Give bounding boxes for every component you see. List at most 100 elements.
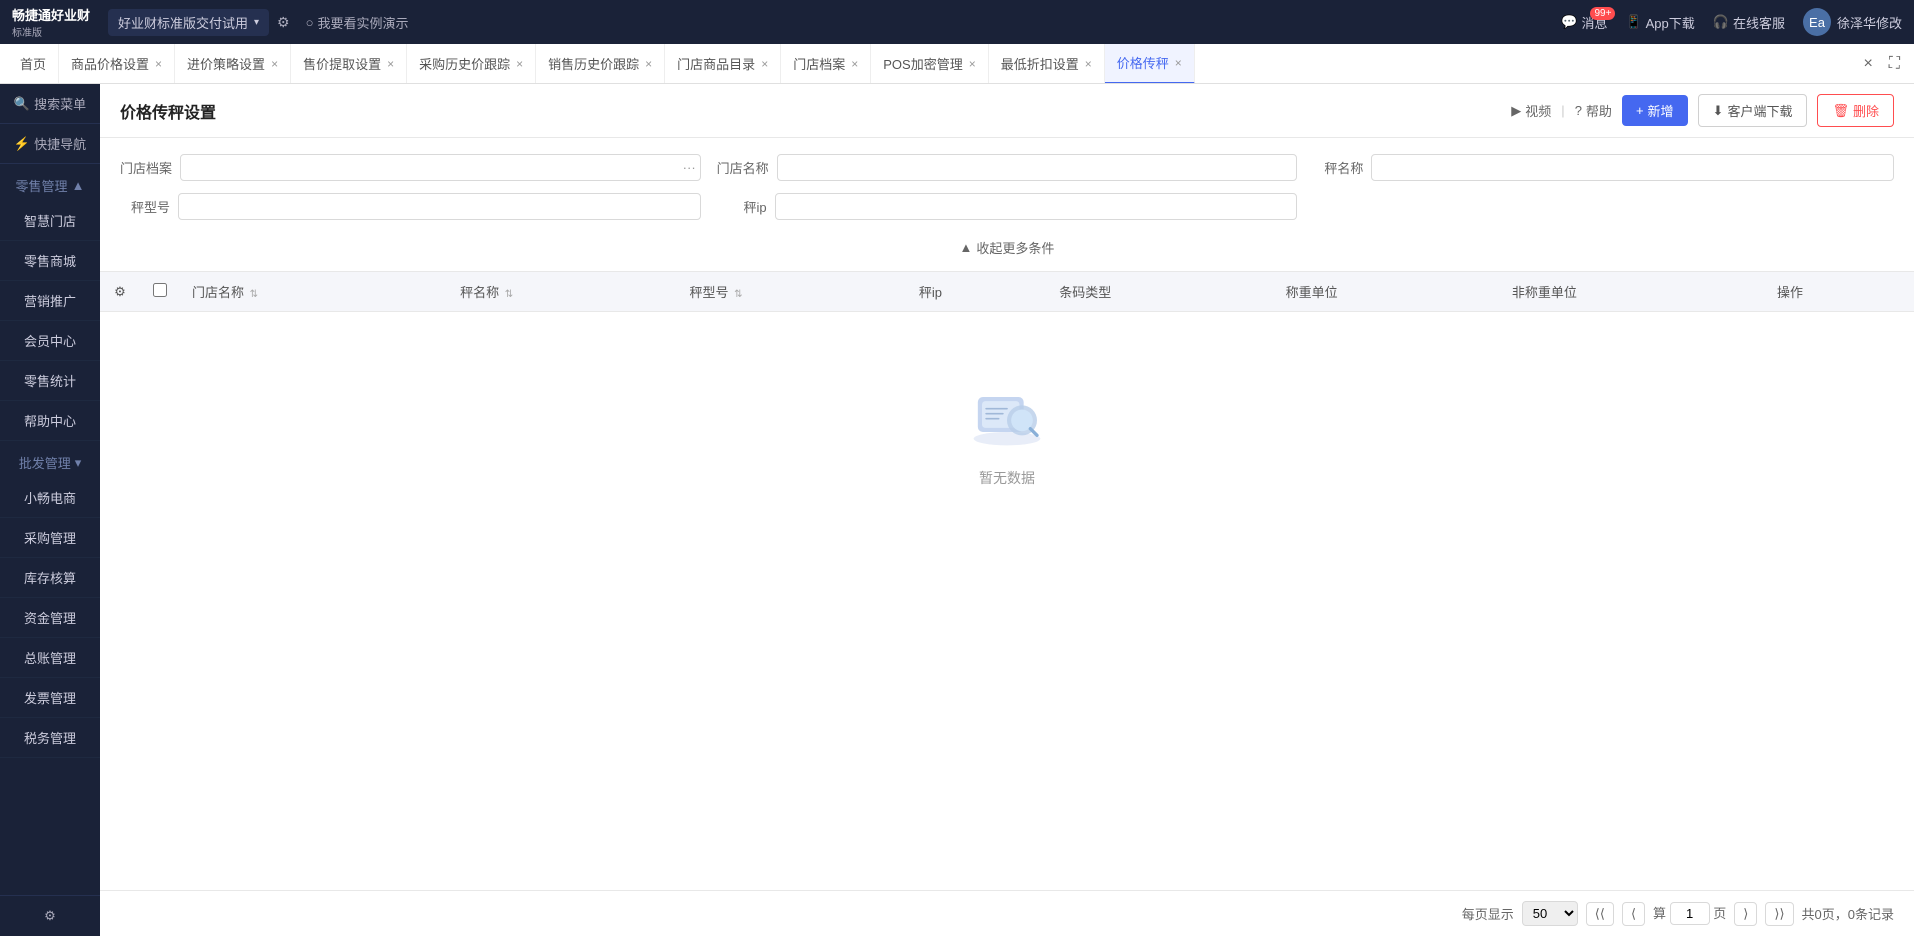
th-weight-unit-label: 称重单位: [1286, 285, 1338, 300]
next-page-button[interactable]: ⟩: [1734, 902, 1757, 926]
tab-store-archive-close[interactable]: ×: [851, 57, 858, 71]
filter-store-name: 门店名称: [717, 154, 1298, 181]
delete-button[interactable]: 🗑 删除: [1817, 94, 1894, 127]
sidebar-item-smart-store[interactable]: 智慧门店: [0, 201, 100, 241]
tab-price-settings-label: 商品价格设置: [71, 54, 149, 73]
add-button[interactable]: + 新增: [1622, 95, 1688, 126]
tab-price-transmit[interactable]: 价格传秤 ×: [1105, 44, 1195, 84]
tab-min-discount-close[interactable]: ×: [1085, 57, 1092, 71]
demo-label: 我要看实例演示: [317, 13, 408, 32]
sidebar-item-marketing[interactable]: 营销推广: [0, 281, 100, 321]
tab-price-transmit-close[interactable]: ×: [1175, 56, 1182, 70]
quick-nav-icon: ⚡: [14, 136, 30, 152]
table-body: 暂无数据: [100, 312, 1914, 549]
tab-purchase-history-close[interactable]: ×: [516, 57, 523, 71]
video-link[interactable]: ▶ 视频: [1511, 101, 1551, 120]
filter-area: 门店档案 ··· 门店名称 秤名称 秤型号: [100, 138, 1914, 272]
tab-store-catalog[interactable]: 门店商品目录 ×: [665, 44, 781, 84]
app-download-button[interactable]: 📱 App下载: [1625, 13, 1694, 32]
sidebar-item-retail-mall[interactable]: 零售商城: [0, 241, 100, 281]
sidebar-item-finance[interactable]: 资金管理: [0, 598, 100, 638]
store-name-input[interactable]: [777, 154, 1298, 181]
scale-name-input[interactable]: [1371, 154, 1894, 181]
app-download-icon: 📱: [1625, 14, 1641, 30]
page-title: 价格传秤设置: [120, 99, 216, 123]
tab-sale-price-close[interactable]: ×: [387, 57, 394, 71]
tab-sale-price-label: 售价提取设置: [303, 54, 381, 73]
message-button[interactable]: 💬 消息 99+: [1561, 13, 1607, 32]
tab-purchase-history[interactable]: 采购历史价跟踪 ×: [407, 44, 536, 84]
sort-scale-model-icon[interactable]: ⇅: [734, 289, 742, 300]
download-button[interactable]: ⬇ 客户端下载: [1698, 94, 1808, 127]
store-archive-suffix-icon[interactable]: ···: [679, 160, 700, 175]
tab-store-archive[interactable]: 门店档案 ×: [781, 44, 871, 84]
close-tab-button[interactable]: ×: [1857, 53, 1878, 75]
sidebar-settings[interactable]: ⚙: [0, 895, 100, 936]
scale-model-input[interactable]: [178, 193, 701, 220]
help-link[interactable]: ? 帮助: [1575, 101, 1612, 120]
select-all-checkbox[interactable]: [153, 283, 167, 297]
tab-sale-price[interactable]: 售价提取设置 ×: [291, 44, 407, 84]
column-settings-icon[interactable]: ⚙: [114, 284, 126, 299]
tab-price-settings-close[interactable]: ×: [155, 57, 162, 71]
table-header-row: ⚙ 门店名称 ⇅ 秤名称 ⇅: [100, 272, 1914, 312]
sidebar-item-invoice[interactable]: 发票管理: [0, 678, 100, 718]
last-page-button[interactable]: ⟩⟩: [1765, 902, 1793, 926]
sidebar-item-xiaochange[interactable]: 小畅电商: [0, 478, 100, 518]
first-page-button[interactable]: ⟨⟨: [1586, 902, 1614, 926]
th-barcode-type: 条码类型: [1047, 272, 1273, 312]
sidebar-item-tax[interactable]: 税务管理: [0, 718, 100, 758]
settings-icon[interactable]: ⚙: [277, 14, 290, 31]
tab-min-discount[interactable]: 最低折扣设置 ×: [989, 44, 1105, 84]
demo-icon: ○: [306, 15, 314, 30]
filter-store-archive: 门店档案 ···: [120, 154, 701, 181]
delete-icon: 🗑: [1832, 103, 1849, 119]
help-label: 帮助: [1586, 101, 1612, 120]
page-input[interactable]: [1670, 902, 1710, 925]
tab-bar-actions: × ⛶: [1857, 53, 1914, 75]
user-area[interactable]: Ea 徐泽华修改: [1803, 8, 1902, 36]
sidebar-item-accounting[interactable]: 总账管理: [0, 638, 100, 678]
sidebar-item-member-center[interactable]: 会员中心: [0, 321, 100, 361]
tab-purchase-strategy-close[interactable]: ×: [271, 57, 278, 71]
page-unit: 页: [1713, 906, 1726, 921]
demo-link[interactable]: ○ 我要看实例演示: [306, 13, 409, 32]
tab-pos-management-close[interactable]: ×: [969, 57, 976, 71]
sidebar-item-help-center[interactable]: 帮助中心: [0, 401, 100, 441]
sidebar-item-retail-stats[interactable]: 零售统计: [0, 361, 100, 401]
sidebar-item-invoice-label: 发票管理: [24, 691, 76, 706]
quick-nav-label: 快捷导航: [34, 134, 86, 153]
prev-page-button[interactable]: ⟨: [1622, 902, 1645, 926]
add-icon: +: [1636, 103, 1644, 118]
tab-store-catalog-label: 门店商品目录: [677, 54, 755, 73]
add-label: 新增: [1648, 101, 1674, 120]
tab-price-settings[interactable]: 商品价格设置 ×: [59, 44, 175, 84]
tab-purchase-strategy[interactable]: 进价策略设置 ×: [175, 44, 291, 84]
online-service-button[interactable]: 🎧 在线客服: [1713, 13, 1785, 32]
tab-sales-history[interactable]: 销售历史价跟踪 ×: [536, 44, 665, 84]
scale-ip-input[interactable]: [775, 193, 1298, 220]
tab-home[interactable]: 首页: [8, 44, 59, 84]
th-scale-ip-label: 秤ip: [919, 285, 942, 300]
table-area: ⚙ 门店名称 ⇅ 秤名称 ⇅: [100, 272, 1914, 890]
store-archive-input[interactable]: [181, 155, 679, 180]
retail-label: 零售管理: [16, 176, 68, 195]
tab-pos-management-label: POS加密管理: [883, 54, 962, 73]
sidebar-search[interactable]: 🔍 搜索菜单: [0, 84, 100, 124]
sidebar-quick-nav[interactable]: ⚡ 快捷导航: [0, 124, 100, 164]
tab-purchase-strategy-label: 进价策略设置: [187, 54, 265, 73]
tab-pos-management[interactable]: POS加密管理 ×: [871, 44, 988, 84]
version-select[interactable]: 好业财标准版交付试用 ▾: [108, 9, 269, 36]
per-page-select[interactable]: 10 20 50 100: [1522, 901, 1578, 926]
sidebar-item-inventory[interactable]: 库存核算: [0, 558, 100, 598]
sidebar-item-purchase[interactable]: 采购管理: [0, 518, 100, 558]
sidebar-item-retail-stats-label: 零售统计: [24, 374, 76, 389]
sort-scale-name-icon[interactable]: ⇅: [505, 289, 513, 300]
sort-store-name-icon[interactable]: ⇅: [250, 289, 258, 300]
tab-store-catalog-close[interactable]: ×: [761, 57, 768, 71]
filter-collapse-button[interactable]: ▲ 收起更多条件: [120, 232, 1894, 263]
download-icon: ⬇: [1713, 103, 1724, 119]
maximize-tab-button[interactable]: ⛶: [1883, 53, 1906, 75]
tab-sales-history-close[interactable]: ×: [645, 57, 652, 71]
page-header: 价格传秤设置 ▶ 视频 | ? 帮助 + 新增 ⬇ 客户端下载: [100, 84, 1914, 138]
